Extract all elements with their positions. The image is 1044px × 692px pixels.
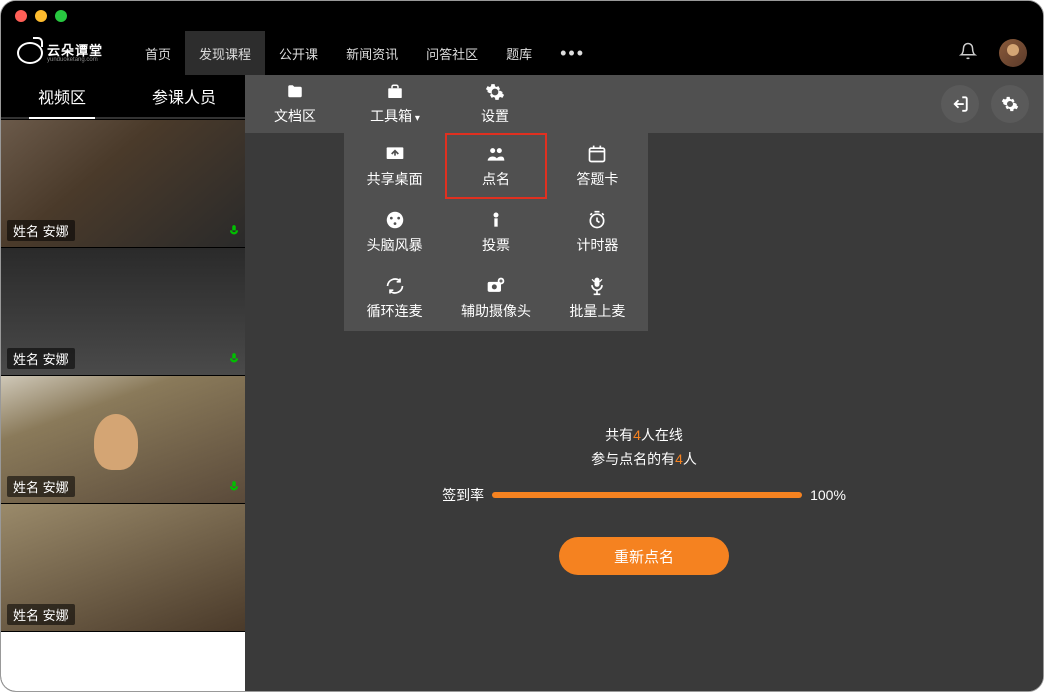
- checkin-rate-row: 签到率 100%: [442, 485, 846, 505]
- toolbar-label: 工具箱: [370, 106, 420, 126]
- toolbar-settings[interactable]: 设置: [445, 75, 545, 133]
- video-tile[interactable]: 姓名 安娜: [1, 375, 245, 503]
- video-tile[interactable]: 姓名 安娜: [1, 247, 245, 375]
- mic-batch-icon: [587, 275, 607, 297]
- tool-label: 辅助摄像头: [461, 301, 531, 321]
- main-area: 文档区 工具箱 设置: [245, 75, 1043, 692]
- screen-share-icon: [383, 143, 407, 165]
- tool-vote[interactable]: 投票: [445, 199, 546, 265]
- toolbar-label: 文档区: [274, 106, 316, 126]
- name-label: 姓名 安娜: [7, 476, 75, 497]
- gear-icon: [1001, 95, 1019, 113]
- titlebar: [1, 1, 1043, 31]
- people-icon: [484, 143, 508, 165]
- maximize-window-button[interactable]: [55, 10, 67, 22]
- mic-on-icon: [227, 224, 241, 243]
- minimize-window-button[interactable]: [35, 10, 47, 22]
- tool-label: 循环连麦: [367, 301, 423, 321]
- tool-label: 计时器: [576, 235, 618, 255]
- name-label: 姓名 安娜: [7, 348, 75, 369]
- top-nav: 云朵谭堂 yunduoketang.com 首页 发现课程 公开课 新闻资讯 问…: [1, 31, 1043, 75]
- tool-batch-mic[interactable]: 批量上麦: [547, 265, 648, 331]
- name-label: 姓名 安娜: [7, 220, 75, 241]
- nav-discover-courses[interactable]: 发现课程: [185, 31, 265, 75]
- nav-qa[interactable]: 问答社区: [412, 31, 492, 75]
- briefcase-icon: [384, 82, 406, 102]
- settings-round-button[interactable]: [991, 85, 1029, 123]
- tool-screen-share[interactable]: 共享桌面: [344, 133, 445, 199]
- tool-label: 批量上麦: [569, 301, 625, 321]
- cycle-icon: [384, 275, 406, 297]
- folder-icon: [284, 82, 306, 102]
- tool-answer-card[interactable]: 答题卡: [547, 133, 648, 199]
- brainstorm-icon: [384, 209, 406, 231]
- tool-aux-camera[interactable]: 辅助摄像头: [445, 265, 546, 331]
- mic-on-icon: [227, 352, 241, 371]
- video-tile[interactable]: 姓名 安娜: [1, 119, 245, 247]
- progress-fill: [492, 492, 802, 498]
- camera-add-icon: [485, 275, 507, 297]
- nav-home[interactable]: 首页: [131, 31, 185, 75]
- logo-text-cn: 云朵谭堂: [47, 44, 103, 57]
- exit-button[interactable]: [941, 85, 979, 123]
- tool-timer[interactable]: 计时器: [547, 199, 648, 265]
- nav-question-bank[interactable]: 题库: [492, 31, 546, 75]
- tool-label: 点名: [482, 169, 510, 189]
- checkin-rate-label: 签到率: [442, 485, 484, 505]
- tab-video-area[interactable]: 视频区: [1, 75, 123, 117]
- gear-icon: [485, 82, 505, 102]
- rollcall-count-line: 参与点名的有4人: [591, 449, 697, 469]
- tool-rollcall[interactable]: 点名: [445, 133, 546, 199]
- avatar[interactable]: [999, 39, 1027, 67]
- nav-open-courses[interactable]: 公开课: [265, 31, 332, 75]
- toolbar-toolbox[interactable]: 工具箱: [345, 75, 445, 133]
- bell-icon[interactable]: [959, 42, 977, 65]
- logo[interactable]: 云朵谭堂 yunduoketang.com: [17, 42, 103, 64]
- tool-label: 头脑风暴: [367, 235, 423, 255]
- video-tile[interactable]: 姓名 安娜: [1, 503, 245, 631]
- calendar-icon: [587, 143, 607, 165]
- toolbar-docs[interactable]: 文档区: [245, 75, 345, 133]
- video-list: 姓名 安娜 姓名 安娜 姓名 安娜 姓名 安娜: [1, 119, 245, 692]
- tool-label: 投票: [482, 235, 510, 255]
- video-tile-empty: [1, 631, 245, 692]
- rollcall-again-button[interactable]: 重新点名: [559, 537, 729, 575]
- tool-label: 共享桌面: [367, 169, 423, 189]
- tool-brainstorm[interactable]: 头脑风暴: [344, 199, 445, 265]
- checkin-rate-value: 100%: [810, 487, 846, 503]
- online-count-line: 共有4人在线: [605, 425, 683, 445]
- nav-more[interactable]: •••: [546, 43, 599, 64]
- close-window-button[interactable]: [15, 10, 27, 22]
- logo-text-en: yunduoketang.com: [47, 57, 103, 63]
- progress-bar: [492, 492, 802, 498]
- app-window: 云朵谭堂 yunduoketang.com 首页 发现课程 公开课 新闻资讯 问…: [0, 0, 1044, 692]
- nav-news[interactable]: 新闻资讯: [332, 31, 412, 75]
- toolbar: 文档区 工具箱 设置: [245, 75, 1043, 133]
- tool-label: 答题卡: [576, 169, 618, 189]
- vote-icon: [486, 209, 506, 231]
- mic-on-icon: [227, 480, 241, 499]
- cloud-logo-icon: [17, 42, 43, 64]
- timer-icon: [587, 209, 607, 231]
- tab-attendees[interactable]: 参课人员: [123, 75, 245, 117]
- toolbar-label: 设置: [481, 106, 509, 126]
- tool-cycle-mic[interactable]: 循环连麦: [344, 265, 445, 331]
- toolbox-popover: 共享桌面 点名 答题卡 头脑风暴 投票: [344, 133, 648, 331]
- video-sidebar: 视频区 参课人员 姓名 安娜 姓名 安娜 姓名 安娜 姓名 安: [1, 75, 245, 692]
- exit-icon: [951, 95, 969, 113]
- name-label: 姓名 安娜: [7, 604, 75, 625]
